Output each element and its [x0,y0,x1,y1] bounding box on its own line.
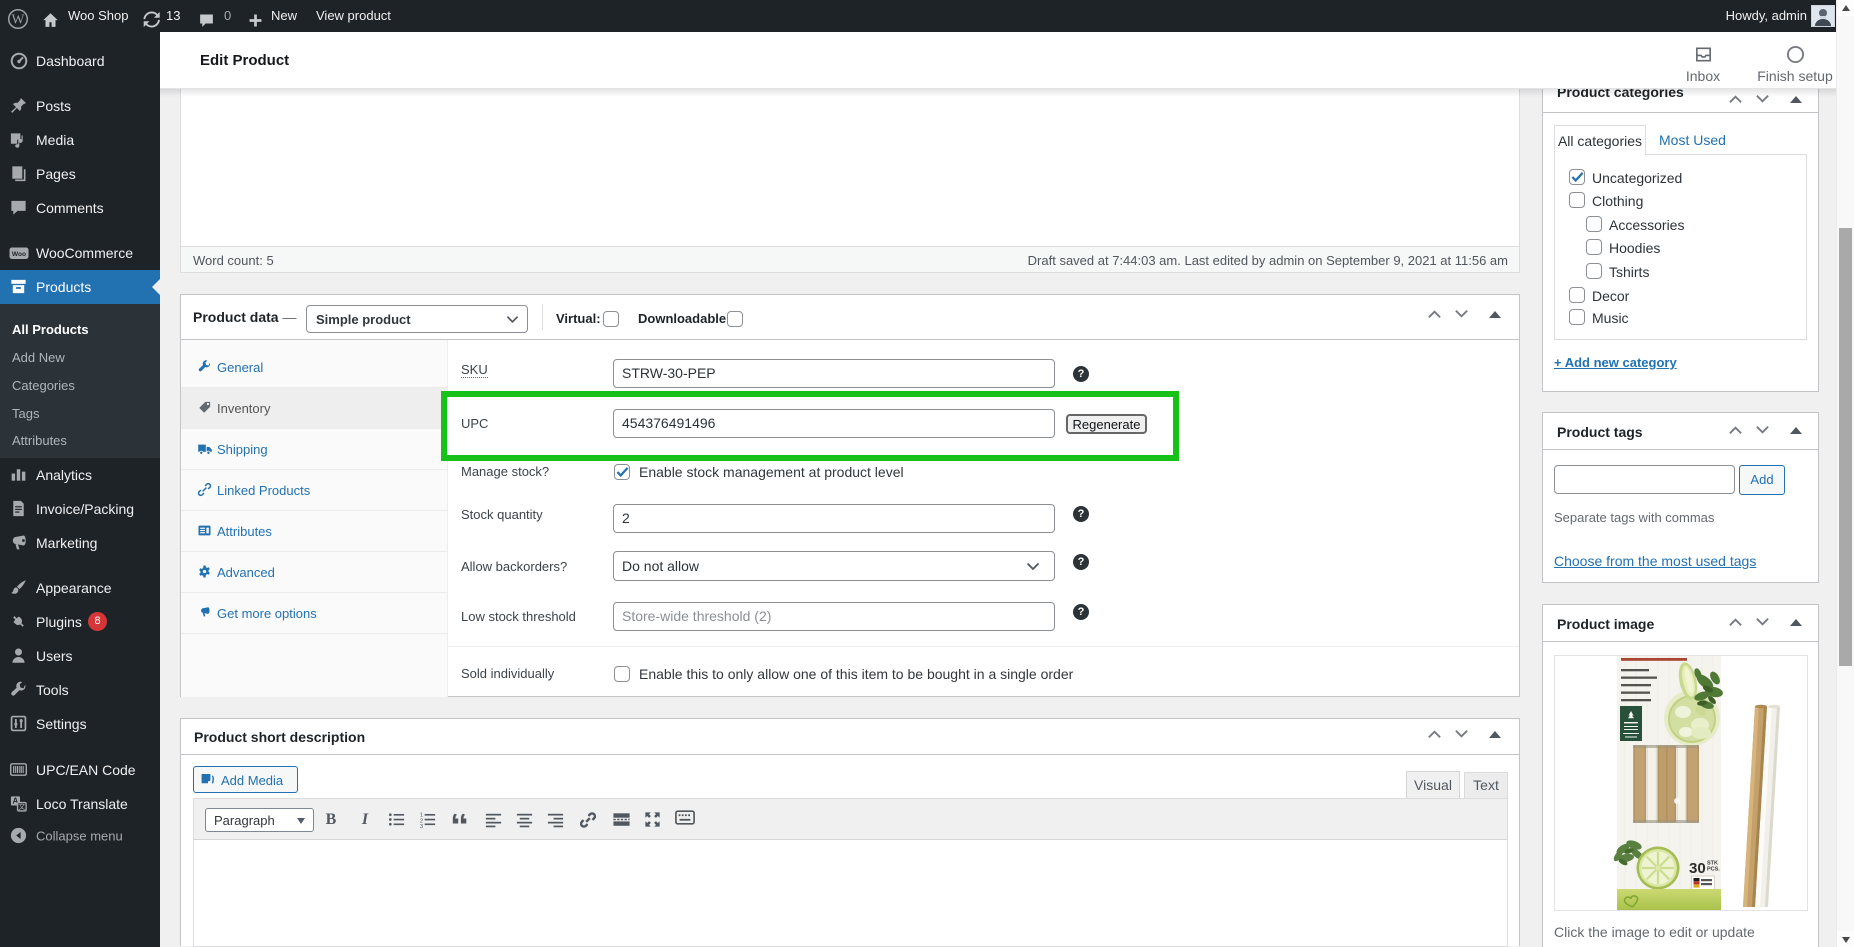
svg-text:文: 文 [18,802,25,811]
svg-text:Woo: Woo [12,251,26,258]
svg-text:W: W [12,12,25,27]
svg-text:PCS.: PCS. [1707,867,1720,873]
svg-text:30: 30 [1689,860,1706,877]
svg-text:3: 3 [419,824,422,829]
